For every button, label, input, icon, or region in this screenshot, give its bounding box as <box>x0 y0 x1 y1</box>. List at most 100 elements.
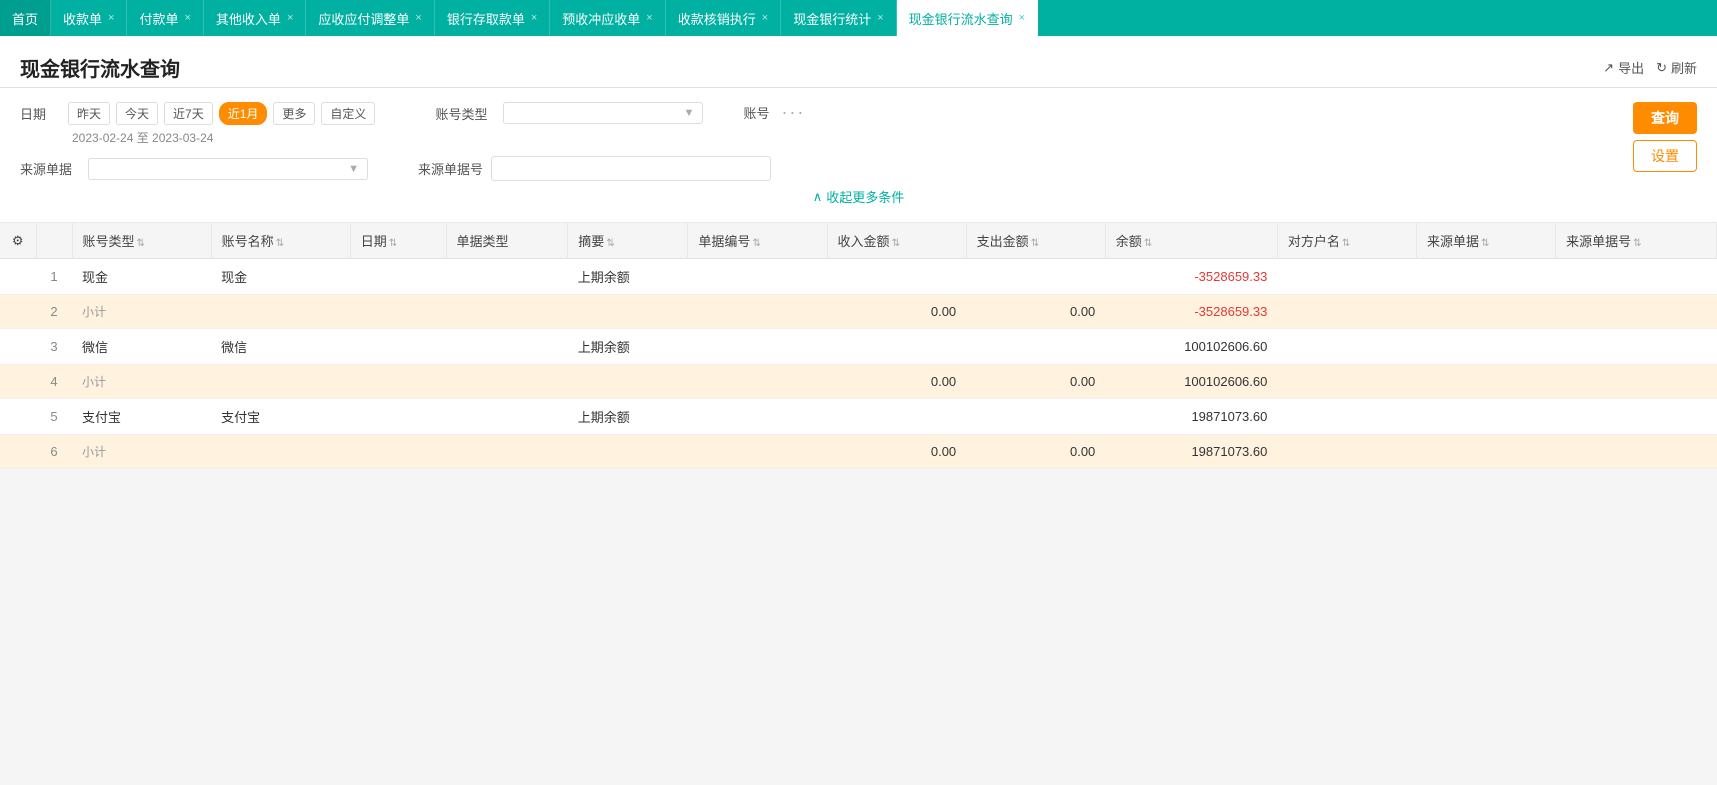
sort-icon[interactable]: ⇅ <box>137 238 145 249</box>
counterpart-column-header: 对方户名⇅ <box>1277 223 1416 259</box>
sort-icon[interactable]: ⇅ <box>389 238 397 249</box>
income-column-header: 收入金额⇅ <box>827 223 966 259</box>
date-more[interactable]: 更多 <box>273 102 315 125</box>
row-balance: 100102606.60 <box>1105 365 1277 399</box>
table-row: 3 微信 微信 上期余额 100102606.60 <box>0 329 1717 365</box>
chevron-down-icon: ▼ <box>348 163 359 175</box>
export-button[interactable]: ↗ 导出 <box>1603 58 1644 77</box>
close-icon[interactable]: × <box>646 12 652 24</box>
top-navigation: 首页 收款单 × 付款单 × 其他收入单 × 应收应付调整单 × 银行存取款单 … <box>0 0 1717 36</box>
account-label: 账号 <box>743 103 773 122</box>
row-doc-type <box>446 295 568 329</box>
row-summary: 上期余额 <box>568 259 688 295</box>
row-account-name <box>211 435 350 469</box>
row-counterpart <box>1277 295 1416 329</box>
nav-advance[interactable]: 预收冲应收单 × <box>550 0 665 36</box>
close-icon[interactable]: × <box>1019 12 1025 24</box>
collapse-bar[interactable]: ∧ 收起更多条件 <box>20 181 1697 208</box>
sort-icon[interactable]: ⇅ <box>752 238 760 249</box>
row-number: 1 <box>36 259 72 295</box>
query-buttons: 查询 设置 <box>1633 102 1697 172</box>
close-icon[interactable]: × <box>108 12 114 24</box>
date-custom[interactable]: 自定义 <box>321 102 375 125</box>
date-1month[interactable]: 近1月 <box>219 102 268 125</box>
row-income <box>827 329 966 365</box>
row-date <box>350 329 446 365</box>
gear-icon[interactable]: ⚙ <box>12 233 24 248</box>
close-icon[interactable]: × <box>531 12 537 24</box>
row-doc-num <box>688 365 827 399</box>
date-options: 昨天 今天 近7天 近1月 更多 自定义 <box>68 102 375 125</box>
filter-area: 日期 昨天 今天 近7天 近1月 更多 自定义 2023-02-24 至 202… <box>0 88 1717 223</box>
date-range: 2023-02-24 至 2023-03-24 <box>72 131 213 145</box>
close-icon[interactable]: × <box>184 12 190 24</box>
row-number: 6 <box>36 435 72 469</box>
nav-verification[interactable]: 收款核销执行 × <box>666 0 781 36</box>
row-income <box>827 399 966 435</box>
row-expense <box>966 259 1105 295</box>
row-settings <box>0 259 36 295</box>
data-table-wrap: ⚙ 账号类型⇅ 账号名称⇅ 日期⇅ 单据类型 摘要⇅ 单据编号⇅ <box>0 223 1717 469</box>
row-account-type: 支付宝 <box>72 399 211 435</box>
table-row: 4 小计 0.00 0.00 100102606.60 <box>0 365 1717 399</box>
date-column-header: 日期⇅ <box>350 223 446 259</box>
page-title: 现金银行流水查询 <box>20 53 180 82</box>
account-type-select[interactable]: ▼ <box>503 102 703 124</box>
summary-column-header: 摘要⇅ <box>568 223 688 259</box>
row-settings <box>0 329 36 365</box>
sort-icon[interactable]: ⇅ <box>1633 238 1641 249</box>
sort-icon[interactable]: ⇅ <box>276 238 284 249</box>
date-7days[interactable]: 近7天 <box>164 102 213 125</box>
nav-bank-deposit[interactable]: 银行存取款单 × <box>435 0 550 36</box>
refresh-button[interactable]: ↻ 刷新 <box>1656 58 1697 77</box>
nav-payment[interactable]: 付款单 × <box>127 0 203 36</box>
nav-receipt[interactable]: 收款单 × <box>51 0 127 36</box>
sort-icon[interactable]: ⇅ <box>1144 238 1152 249</box>
row-source-doc-num <box>1556 329 1717 365</box>
row-summary <box>568 435 688 469</box>
table-header-row: ⚙ 账号类型⇅ 账号名称⇅ 日期⇅ 单据类型 摘要⇅ 单据编号⇅ <box>0 223 1717 259</box>
close-icon[interactable]: × <box>287 12 293 24</box>
row-source-doc-num <box>1556 365 1717 399</box>
table-row: 6 小计 0.00 0.00 19871073.60 <box>0 435 1717 469</box>
chevron-down-icon: ▼ <box>684 107 695 119</box>
row-balance: -3528659.33 <box>1105 259 1277 295</box>
source-doc-select[interactable]: ▼ <box>88 158 368 180</box>
nav-other-income[interactable]: 其他收入单 × <box>204 0 306 36</box>
row-counterpart <box>1277 259 1416 295</box>
settings-button[interactable]: 设置 <box>1633 140 1697 172</box>
row-source-doc-num <box>1556 259 1717 295</box>
query-button[interactable]: 查询 <box>1633 102 1697 134</box>
date-today[interactable]: 今天 <box>116 102 158 125</box>
row-account-name: 微信 <box>211 329 350 365</box>
row-settings <box>0 435 36 469</box>
source-doc-num-input[interactable] <box>491 156 771 181</box>
nav-bank-flow[interactable]: 现金银行流水查询 × <box>897 0 1038 36</box>
sort-icon[interactable]: ⇅ <box>892 238 900 249</box>
row-source-doc-num <box>1556 435 1717 469</box>
date-yesterday[interactable]: 昨天 <box>68 102 110 125</box>
row-source-doc-num <box>1556 399 1717 435</box>
row-expense: 0.00 <box>966 295 1105 329</box>
close-icon[interactable]: × <box>762 12 768 24</box>
sort-icon[interactable]: ⇅ <box>1481 238 1489 249</box>
row-doc-type <box>446 365 568 399</box>
account-type-column-header: 账号类型⇅ <box>72 223 211 259</box>
table-row: 2 小计 0.00 0.00 -3528659.33 <box>0 295 1717 329</box>
nav-adjustment[interactable]: 应收应付调整单 × <box>306 0 434 36</box>
row-account-name: 支付宝 <box>211 399 350 435</box>
nav-home[interactable]: 首页 <box>0 0 51 36</box>
sort-icon[interactable]: ⇅ <box>606 238 614 249</box>
nav-bank-stats[interactable]: 现金银行统计 × <box>781 0 896 36</box>
row-number: 2 <box>36 295 72 329</box>
close-icon[interactable]: × <box>415 12 421 24</box>
row-source-doc <box>1416 259 1555 295</box>
export-icon: ↗ <box>1603 60 1614 76</box>
sort-icon[interactable]: ⇅ <box>1342 238 1350 249</box>
more-options-button[interactable]: ··· <box>781 102 805 123</box>
row-income <box>827 259 966 295</box>
doc-type-column-header: 单据类型 <box>446 223 568 259</box>
sort-icon[interactable]: ⇅ <box>1031 238 1039 249</box>
close-icon[interactable]: × <box>877 12 883 24</box>
row-source-doc <box>1416 295 1555 329</box>
